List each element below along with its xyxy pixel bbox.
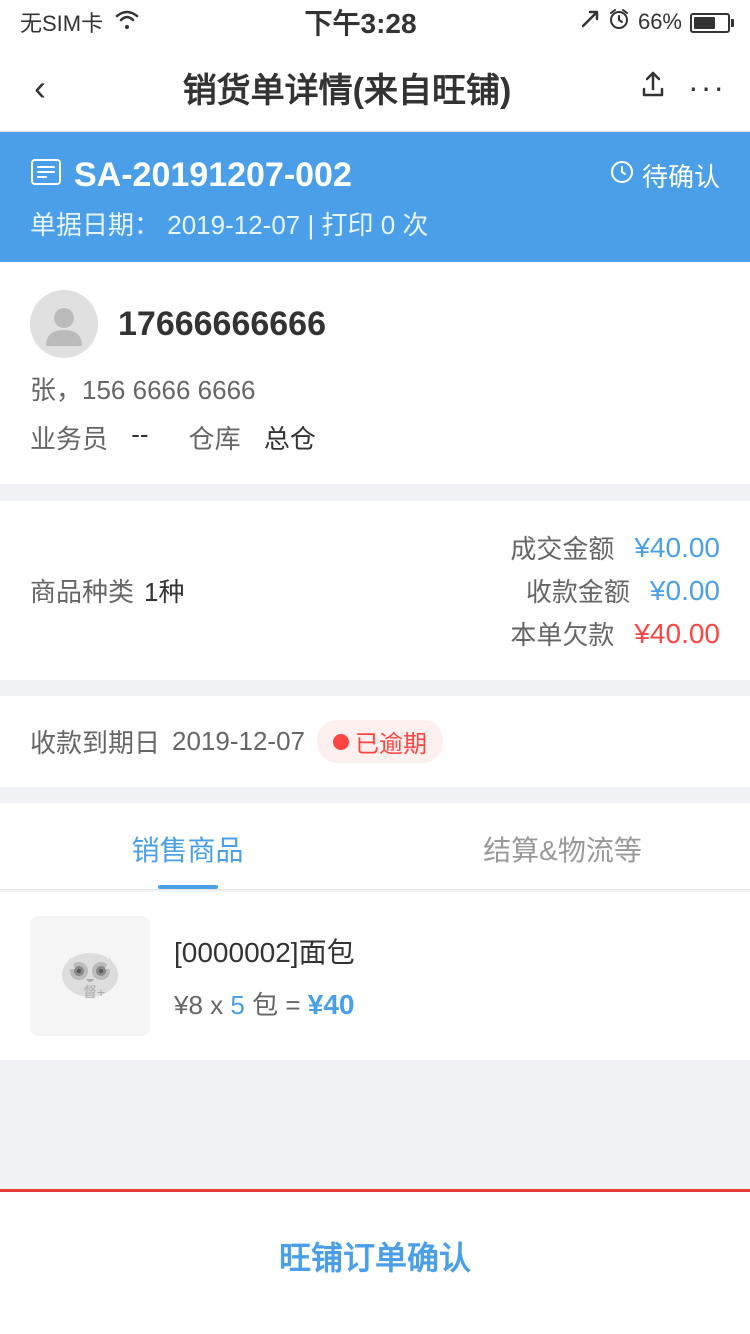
product-name: [0000002]面包 (174, 931, 720, 971)
battery-icon (690, 9, 730, 35)
customer-phone: 17666666666 (118, 305, 326, 344)
due-date-value: 2019-12-07 (172, 726, 305, 757)
tab-settlement[interactable]: 结算&物流等 (375, 803, 750, 889)
table-row: 督+ [0000002]面包 ¥8 x 5 包 = ¥40 (0, 892, 750, 1061)
tab-settlement-label: 结算&物流等 (483, 835, 642, 866)
summary-card: 商品种类 1种 成交金额 ¥40.00 收款金额 ¥0.00 本单欠款 ¥40.… (0, 501, 750, 680)
product-price: ¥8 x 5 包 = ¥40 (174, 985, 720, 1022)
print-unit: 次 (402, 210, 428, 240)
qty-value: 5 (230, 990, 244, 1020)
product-thumbnail: 督+ (30, 916, 150, 1036)
product-info: [0000002]面包 ¥8 x 5 包 = ¥40 (174, 931, 720, 1022)
status-text: 待确认 (642, 157, 720, 194)
print-count: 0 (381, 210, 395, 240)
status-bar: 无SIM卡 下午3:28 66% (0, 0, 750, 44)
page-title: 销货单详情(来自旺铺) (183, 63, 512, 112)
overdue-badge: 已逾期 (317, 720, 443, 763)
more-button[interactable]: ··· (688, 69, 726, 106)
nav-actions: ··· (638, 69, 726, 107)
warehouse-label: 仓库 (189, 419, 241, 456)
status-right: 66% (580, 8, 730, 36)
debt-amount-label: 本单欠款 (510, 615, 614, 652)
multiply-sign: x (210, 990, 230, 1020)
warehouse-value: 总仓 (264, 419, 316, 456)
tab-sales[interactable]: 销售商品 (0, 803, 375, 889)
tabs-container: 销售商品 结算&物流等 (0, 803, 750, 890)
order-header: SA-20191207-002 待确认 单据日期： 2019-12-07 | 打… (0, 132, 750, 262)
status-left: 无SIM卡 (20, 6, 141, 38)
share-button[interactable] (638, 69, 668, 107)
product-count: 1种 (144, 572, 184, 609)
order-id-icon (30, 156, 62, 195)
salesperson-item: 业务员 -- (30, 419, 149, 456)
order-date-row: 单据日期： 2019-12-07 | 打印 0 次 (30, 205, 720, 242)
order-date: 2019-12-07 (167, 210, 300, 240)
product-type-label: 商品种类 (30, 572, 134, 609)
overdue-text: 已逾期 (355, 724, 427, 759)
salesperson-value: -- (131, 419, 148, 456)
customer-meta: 业务员 -- 仓库 总仓 (30, 419, 720, 456)
carrier-label: 无SIM卡 (20, 6, 103, 38)
deal-amount-label: 成交金额 (510, 529, 614, 566)
warehouse-space (249, 419, 256, 456)
order-id-text: SA-20191207-002 (74, 156, 352, 195)
receipt-amount-label: 收款金额 (526, 572, 630, 609)
separator: | (307, 210, 321, 240)
date-label: 单据日期： (30, 210, 160, 240)
deal-amount: ¥40.00 (634, 532, 720, 564)
status-time: 下午3:28 (305, 2, 417, 42)
customer-name: 张，156 6666 6666 (30, 370, 720, 407)
price-value: ¥8 (174, 990, 203, 1020)
status-clock-icon (610, 160, 634, 191)
due-date-label: 收款到期日 (30, 723, 160, 760)
warehouse-item: 仓库 总仓 (189, 419, 316, 456)
equal-sign: = (285, 990, 307, 1020)
due-date-card: 收款到期日 2019-12-07 已逾期 (0, 696, 750, 787)
confirm-order-button[interactable]: 旺铺订单确认 (30, 1212, 720, 1300)
salesperson-space (116, 419, 123, 456)
location-icon (580, 9, 600, 35)
svg-text:督+: 督+ (83, 984, 105, 1000)
owl-logo: 督+ (55, 945, 125, 1008)
order-id: SA-20191207-002 (30, 156, 352, 195)
alarm-icon (608, 8, 630, 36)
nav-bar: ‹ 销货单详情(来自旺铺) ··· (0, 44, 750, 132)
salesperson-label: 业务员 (30, 419, 108, 456)
battery-percentage: 66% (638, 9, 682, 35)
overdue-dot-icon (333, 734, 349, 750)
total-value: ¥40 (308, 989, 355, 1020)
debt-amount: ¥40.00 (634, 618, 720, 650)
back-button[interactable]: ‹ (24, 57, 56, 119)
summary-amounts: 成交金额 ¥40.00 收款金额 ¥0.00 本单欠款 ¥40.00 (510, 529, 720, 652)
customer-card: 17666666666 张，156 6666 6666 业务员 -- 仓库 总仓 (0, 262, 750, 485)
wifi-icon (113, 9, 141, 35)
qty-unit: 包 (252, 990, 278, 1020)
tab-sales-label: 销售商品 (131, 835, 243, 866)
avatar (30, 290, 98, 358)
print-label: 打印 (321, 210, 373, 240)
receipt-amount: ¥0.00 (650, 575, 720, 607)
product-list: 督+ [0000002]面包 ¥8 x 5 包 = ¥40 (0, 892, 750, 1061)
bottom-button-wrap: 旺铺订单确认 (0, 1189, 750, 1334)
order-status: 待确认 (610, 157, 720, 194)
